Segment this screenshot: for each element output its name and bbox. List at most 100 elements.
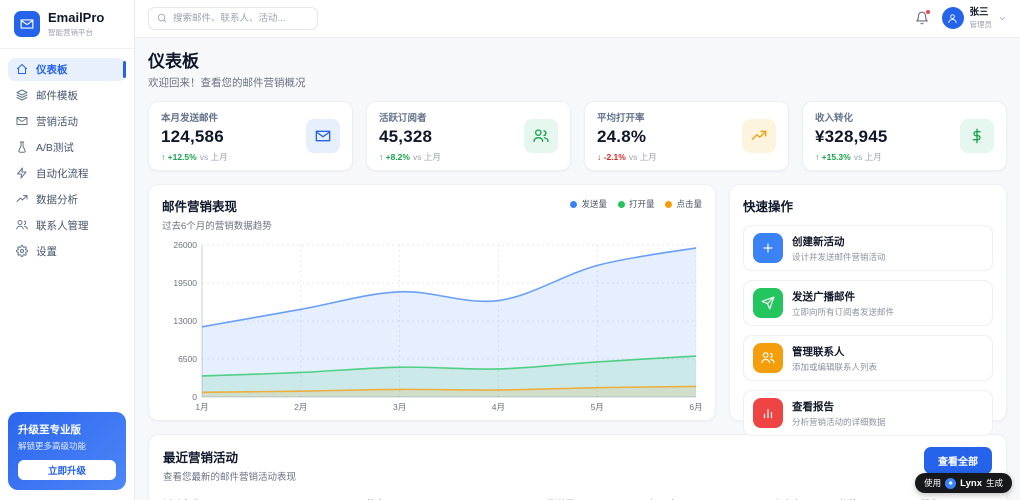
- stat-change-value: -2.1%: [604, 152, 626, 162]
- logo: EmailPro 智能营销平台: [0, 0, 134, 49]
- stat-text: 本月发送邮件124,586↑ +12.5%vs 上月: [161, 110, 228, 163]
- stat-card-avg-open-rate: 平均打开率24.8%↓ -2.1%vs 上月: [584, 101, 789, 171]
- sidebar-item-settings[interactable]: 设置: [8, 240, 126, 263]
- sidebar-item-label: 仪表板: [36, 62, 68, 77]
- legend-dot: [618, 201, 625, 208]
- quick-action-text: 管理联系人添加或编辑联系人列表: [792, 344, 877, 373]
- upgrade-subtitle: 解锁更多高级功能: [18, 440, 116, 452]
- stat-change-value: +15.3%: [822, 152, 851, 162]
- stat-value: 124,586: [161, 127, 228, 147]
- topbar-right: 张三 管理员: [915, 7, 1008, 29]
- sidebar-item-dashboard[interactable]: 仪表板: [8, 58, 126, 81]
- sidebar-item-templates[interactable]: 邮件模板: [8, 84, 126, 107]
- svg-text:4月: 4月: [492, 402, 505, 412]
- sidebar-item-label: 设置: [36, 244, 57, 259]
- upgrade-button[interactable]: 立即升级: [18, 460, 116, 480]
- recent-title: 最近营销活动: [163, 447, 296, 466]
- quick-action-manage-contacts[interactable]: 管理联系人添加或编辑联系人列表: [743, 335, 993, 381]
- legend-item: 打开量: [618, 198, 655, 210]
- stats-row: 本月发送邮件124,586↑ +12.5%vs 上月活跃订阅者45,328↑ +…: [148, 101, 1007, 171]
- stat-change-suffix: vs 上月: [413, 152, 441, 162]
- search-box[interactable]: [148, 7, 318, 30]
- sidebar-item-label: 自动化流程: [36, 166, 89, 181]
- quick-action-send-broadcast[interactable]: 发送广播邮件立即向所有订阅者发送邮件: [743, 280, 993, 326]
- sidebar-item-ab-test[interactable]: A/B测试: [8, 136, 126, 159]
- svg-text:2月: 2月: [294, 402, 307, 412]
- svg-text:5月: 5月: [591, 402, 604, 412]
- arrow-up-icon: ↑: [815, 152, 822, 162]
- sidebar-item-label: 邮件模板: [36, 88, 78, 103]
- quick-action-title: 发送广播邮件: [792, 289, 894, 304]
- area-chart: 065001300019500260001月2月3月4月5月6月: [162, 239, 702, 415]
- middle-section: 邮件营销表现 过去6个月的营销数据趋势 发送量打开量点击量 0650013000…: [148, 184, 1007, 421]
- stat-change-suffix: vs 上月: [854, 152, 882, 162]
- badge-suffix: 生成: [986, 477, 1003, 489]
- quick-action-create-campaign[interactable]: 创建新活动设计并发送邮件营销活动: [743, 225, 993, 271]
- user-name: 张三: [970, 7, 993, 18]
- sidebar-item-contacts[interactable]: 联系人管理: [8, 214, 126, 237]
- mail-icon: [16, 115, 28, 127]
- active-indicator: [123, 61, 126, 78]
- arrow-up-icon: ↑: [161, 152, 168, 162]
- sidebar-item-automation[interactable]: 自动化流程: [8, 162, 126, 185]
- legend-label: 打开量: [629, 198, 655, 210]
- badge-brand: Lynx: [960, 478, 982, 489]
- legend-item: 点击量: [665, 198, 702, 210]
- quick-action-text: 查看报告分析营销活动的详细数据: [792, 399, 886, 428]
- upgrade-title: 升级至专业版: [18, 422, 116, 437]
- plus-icon: [753, 233, 783, 263]
- stat-change-value: +12.5%: [168, 152, 197, 162]
- lynx-badge[interactable]: 使用 ♠ Lynx 生成: [915, 473, 1012, 493]
- trend-icon: [16, 193, 28, 205]
- quick-actions-list: 创建新活动设计并发送邮件营销活动发送广播邮件立即向所有订阅者发送邮件管理联系人添…: [743, 225, 993, 436]
- quick-action-title: 管理联系人: [792, 344, 877, 359]
- svg-text:6月: 6月: [689, 402, 702, 412]
- send-icon: [753, 288, 783, 318]
- stat-text: 收入转化 ¥328,945 ↑ +15.3%vs 上月: [815, 110, 888, 163]
- sidebar-item-label: 营销活动: [36, 114, 78, 129]
- user-role: 管理员: [970, 19, 993, 30]
- quick-action-subtitle: 分析营销活动的详细数据: [792, 416, 886, 428]
- stat-value: ¥328,945: [815, 127, 888, 147]
- lynx-logo-icon: ♠: [945, 478, 956, 489]
- search-input[interactable]: [173, 13, 309, 24]
- logo-mail-icon: [14, 11, 40, 37]
- quick-action-view-reports[interactable]: 查看报告分析营销活动的详细数据: [743, 390, 993, 436]
- quick-action-text: 创建新活动设计并发送邮件营销活动: [792, 234, 886, 263]
- stat-text: 平均打开率24.8%↓ -2.1%vs 上月: [597, 110, 657, 163]
- search-icon: [157, 10, 167, 28]
- users-icon: [753, 343, 783, 373]
- notifications-button[interactable]: [915, 11, 929, 25]
- sidebar-item-campaigns[interactable]: 营销活动: [8, 110, 126, 133]
- stat-change: ↑ +8.2%vs 上月: [379, 151, 441, 163]
- user-menu[interactable]: 张三 管理员: [942, 7, 1008, 29]
- stat-label: 收入转化: [815, 110, 888, 124]
- quick-action-title: 创建新活动: [792, 234, 886, 249]
- sidebar-item-label: 数据分析: [36, 192, 78, 207]
- view-all-button[interactable]: 查看全部: [924, 447, 992, 474]
- quick-actions-card: 快速操作 创建新活动设计并发送邮件营销活动发送广播邮件立即向所有订阅者发送邮件管…: [729, 184, 1007, 421]
- legend-item: 发送量: [570, 198, 607, 210]
- svg-text:1月: 1月: [195, 402, 208, 412]
- stat-text: 活跃订阅者45,328↑ +8.2%vs 上月: [379, 110, 441, 163]
- svg-text:26000: 26000: [173, 240, 197, 250]
- stat-value: 24.8%: [597, 127, 657, 147]
- chart-titles: 邮件营销表现 过去6个月的营销数据趋势: [162, 196, 272, 232]
- stat-change: ↑ +12.5%vs 上月: [161, 151, 228, 163]
- stat-label: 平均打开率: [597, 110, 657, 124]
- gear-icon: [16, 245, 28, 257]
- stat-change-value: +8.2%: [386, 152, 410, 162]
- dashboard-content: 仪表板 欢迎回来！查看您的邮件营销概况 本月发送邮件124,586↑ +12.5…: [135, 38, 1020, 500]
- stat-value: 45,328: [379, 127, 441, 147]
- page-subtitle: 欢迎回来！查看您的邮件营销概况: [148, 75, 1007, 90]
- quick-actions-title: 快速操作: [743, 196, 993, 215]
- mail-icon: [306, 119, 340, 153]
- layers-icon: [16, 89, 28, 101]
- home-icon: [16, 63, 28, 75]
- user-info: 张三 管理员: [970, 7, 993, 29]
- chart-subtitle: 过去6个月的营销数据趋势: [162, 218, 272, 232]
- sidebar-item-analytics[interactable]: 数据分析: [8, 188, 126, 211]
- legend-label: 点击量: [676, 198, 702, 210]
- avatar: [942, 7, 964, 29]
- svg-text:19500: 19500: [173, 278, 197, 288]
